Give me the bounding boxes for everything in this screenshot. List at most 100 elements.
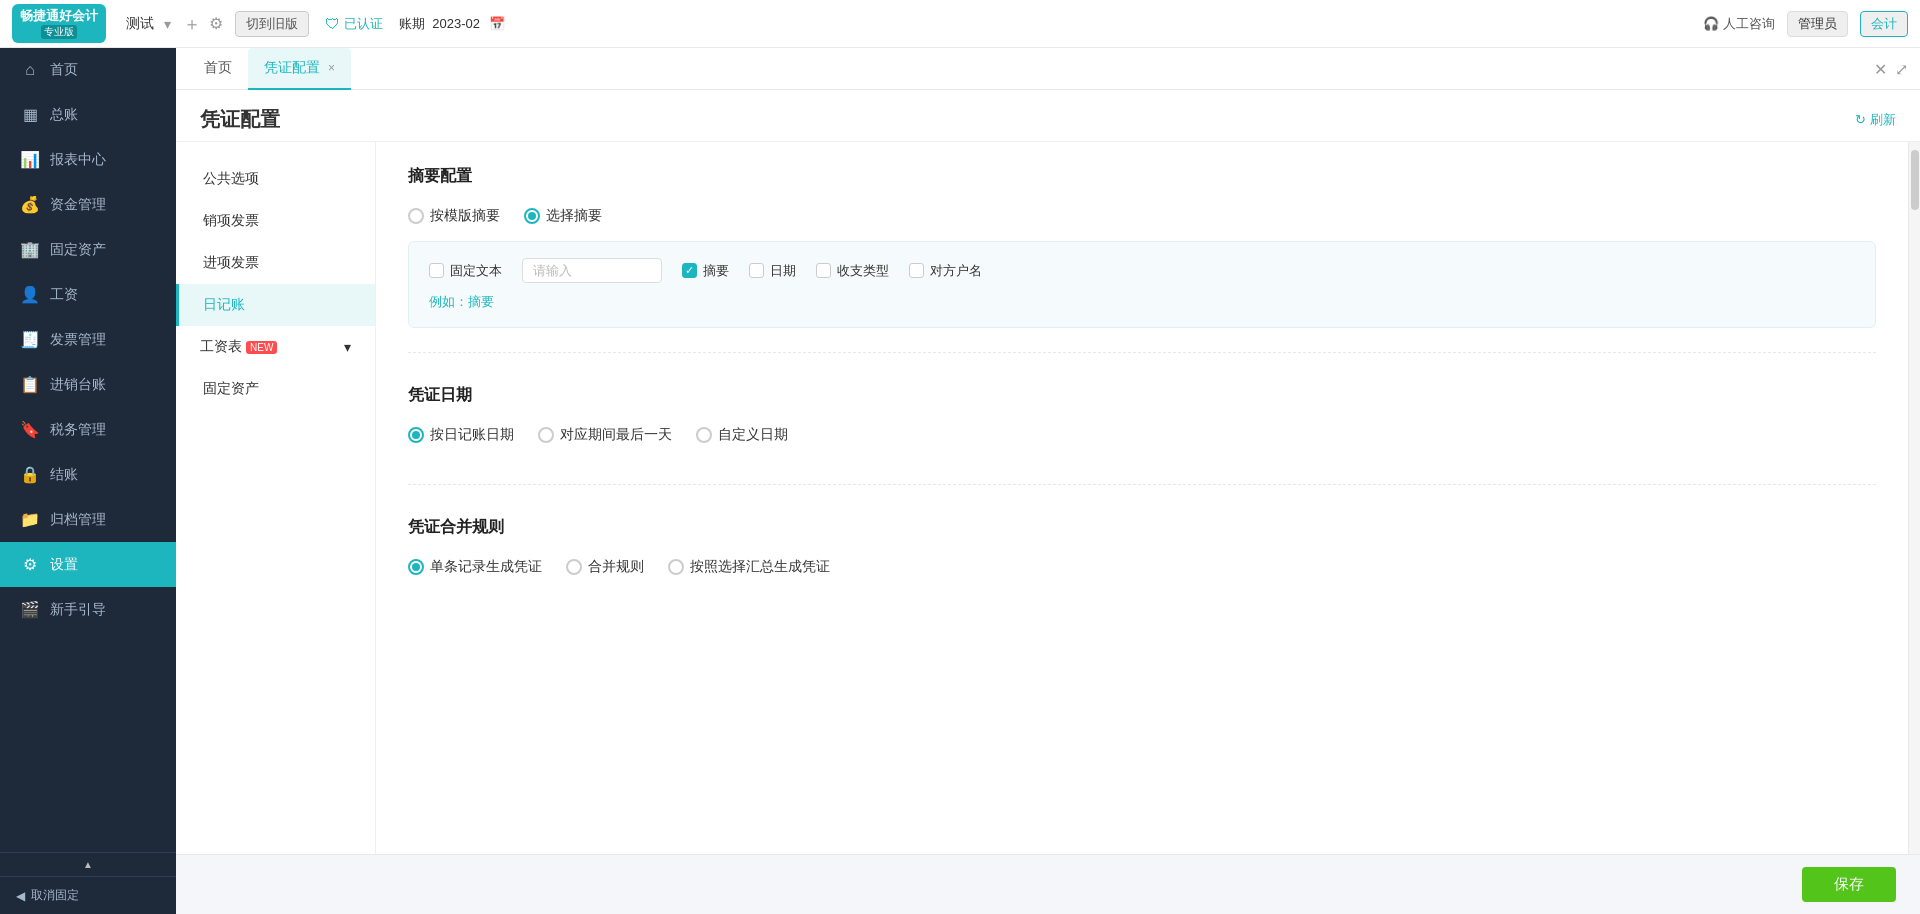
checkbox-counterparty[interactable]: 对方户名 bbox=[909, 262, 982, 280]
tab-home-label: 首页 bbox=[204, 59, 232, 77]
main-layout: ⌂ 首页 ▦ 总账 📊 报表中心 💰 资金管理 🏢 固定资产 👤 工资 bbox=[0, 48, 1920, 914]
switch-old-version-button[interactable]: 切到旧版 bbox=[235, 11, 309, 37]
cancel-fixed-button[interactable]: ◀ 取消固定 bbox=[0, 876, 176, 914]
left-menu-item-sales-invoice[interactable]: 销项发票 bbox=[176, 200, 375, 242]
period-label: 账期 bbox=[399, 16, 425, 31]
settings-icon: ⚙ bbox=[20, 555, 40, 574]
radio-journal-date-circle bbox=[408, 427, 424, 443]
sidebar-item-reports[interactable]: 📊 报表中心 bbox=[0, 137, 176, 182]
left-menu-item-purchase-invoice[interactable]: 进项发票 bbox=[176, 242, 375, 284]
sidebar-item-closing[interactable]: 🔒 结账 bbox=[0, 452, 176, 497]
sidebar-label-closing: 结账 bbox=[50, 466, 78, 484]
sidebar-scroll-up-icon[interactable]: ▲ bbox=[81, 857, 95, 872]
radio-merge-rule[interactable]: 合并规则 bbox=[566, 558, 644, 576]
tab-home[interactable]: 首页 bbox=[188, 48, 248, 90]
radio-period-last-day[interactable]: 对应期间最后一天 bbox=[538, 426, 672, 444]
company-chevron-icon[interactable]: ▾ bbox=[164, 16, 171, 32]
left-menu-item-payroll[interactable]: 工资表NEW ▾ bbox=[176, 326, 375, 368]
logo: 畅捷通好会计 专业版 bbox=[12, 4, 106, 44]
checkbox-fixed-text-box bbox=[429, 263, 444, 278]
add-tab-icon[interactable]: ＋ bbox=[183, 12, 201, 36]
invoice-icon: 🧾 bbox=[20, 330, 40, 349]
tab-close-icon[interactable]: × bbox=[328, 61, 335, 75]
close-tab-icon[interactable]: ✕ bbox=[1874, 59, 1887, 78]
logo-sub-text: 专业版 bbox=[41, 25, 77, 39]
sidebar-item-assets[interactable]: 🏢 固定资产 bbox=[0, 227, 176, 272]
tab-voucher-config[interactable]: 凭证配置 × bbox=[248, 48, 351, 90]
radio-single-record[interactable]: 单条记录生成凭证 bbox=[408, 558, 542, 576]
sidebar-label-ledger: 总账 bbox=[50, 106, 78, 124]
left-menu-item-journal[interactable]: 日记账 bbox=[176, 284, 375, 326]
sidebar-item-archive[interactable]: 📁 归档管理 bbox=[0, 497, 176, 542]
maximize-icon[interactable]: ⤢ bbox=[1895, 59, 1908, 78]
sidebar-item-guide[interactable]: 🎬 新手引导 bbox=[0, 587, 176, 632]
topbar: 畅捷通好会计 专业版 测试 ▾ ＋ ⚙ 切到旧版 🛡 已认证 账期 2023-0… bbox=[0, 0, 1920, 48]
fixed-text-input[interactable] bbox=[522, 258, 662, 283]
accountant-button[interactable]: 会计 bbox=[1860, 11, 1908, 37]
sidebar-label-sales: 进销台账 bbox=[50, 376, 106, 394]
shield-icon: 🛡 bbox=[325, 15, 340, 32]
guide-icon: 🎬 bbox=[20, 600, 40, 619]
sidebar-item-settings[interactable]: ⚙ 设置 bbox=[0, 542, 176, 587]
radio-summary-selected[interactable]: 按照选择汇总生成凭证 bbox=[668, 558, 830, 576]
funds-icon: 💰 bbox=[20, 195, 40, 214]
left-menu-item-public[interactable]: 公共选项 bbox=[176, 158, 375, 200]
scrollbar-thumb[interactable] bbox=[1911, 150, 1919, 210]
refresh-button[interactable]: ↻ 刷新 bbox=[1855, 111, 1896, 129]
calendar-icon[interactable]: 📅 bbox=[489, 16, 505, 31]
checkbox-date-box bbox=[749, 263, 764, 278]
gear-icon[interactable]: ⚙ bbox=[209, 14, 223, 33]
right-scroll-container: 摘要配置 按模版摘要 选择摘要 bbox=[376, 142, 1920, 854]
period-value: 2023-02 bbox=[432, 16, 480, 31]
checkbox-summary[interactable]: 摘要 bbox=[682, 262, 729, 280]
sidebar-label-guide: 新手引导 bbox=[50, 601, 106, 619]
page-title: 凭证配置 bbox=[200, 106, 280, 133]
right-scrollbar[interactable] bbox=[1908, 142, 1920, 854]
sidebar-item-invoices[interactable]: 🧾 发票管理 bbox=[0, 317, 176, 362]
radio-custom-date-label: 自定义日期 bbox=[718, 426, 788, 444]
sidebar-label-assets: 固定资产 bbox=[50, 241, 106, 259]
save-button[interactable]: 保存 bbox=[1802, 867, 1896, 902]
admin-button[interactable]: 管理员 bbox=[1787, 11, 1848, 37]
sidebar-item-home[interactable]: ⌂ 首页 bbox=[0, 48, 176, 92]
sidebar-item-tax[interactable]: 🔖 税务管理 bbox=[0, 407, 176, 452]
checkbox-pay-type[interactable]: 收支类型 bbox=[816, 262, 889, 280]
sidebar-item-sales[interactable]: 📋 进销台账 bbox=[0, 362, 176, 407]
checkbox-summary-box bbox=[682, 263, 697, 278]
radio-template-summary-circle bbox=[408, 208, 424, 224]
consulting-button[interactable]: 🎧 人工咨询 bbox=[1703, 15, 1775, 33]
checkbox-date[interactable]: 日期 bbox=[749, 262, 796, 280]
sidebar-nav: ⌂ 首页 ▦ 总账 📊 报表中心 💰 资金管理 🏢 固定资产 👤 工资 bbox=[0, 48, 176, 852]
salary-icon: 👤 bbox=[20, 285, 40, 304]
consulting-label: 人工咨询 bbox=[1723, 15, 1775, 33]
headset-icon: 🎧 bbox=[1703, 16, 1719, 31]
checkbox-fixed-text[interactable]: 固定文本 bbox=[429, 262, 502, 280]
company-name: 测试 bbox=[126, 15, 154, 33]
topbar-right: 🎧 人工咨询 管理员 会计 bbox=[1703, 11, 1908, 37]
checkbox-summary-label: 摘要 bbox=[703, 262, 729, 280]
verified-text: 已认证 bbox=[344, 15, 383, 33]
sidebar-item-ledger[interactable]: ▦ 总账 bbox=[0, 92, 176, 137]
left-menu: 公共选项 销项发票 进项发票 日记账 工资表NEW ▾ bbox=[176, 142, 376, 854]
section-merge-rule: 凭证合并规则 单条记录生成凭证 合并规则 bbox=[408, 517, 1876, 616]
tab-bar-actions: ✕ ⤢ bbox=[1874, 59, 1908, 78]
sidebar-label-settings: 设置 bbox=[50, 556, 78, 574]
radio-custom-date[interactable]: 自定义日期 bbox=[696, 426, 788, 444]
sidebar-item-funds[interactable]: 💰 资金管理 bbox=[0, 182, 176, 227]
radio-journal-date-label: 按日记账日期 bbox=[430, 426, 514, 444]
sidebar-item-salary[interactable]: 👤 工资 bbox=[0, 272, 176, 317]
radio-template-summary[interactable]: 按模版摘要 bbox=[408, 207, 500, 225]
radio-journal-date[interactable]: 按日记账日期 bbox=[408, 426, 514, 444]
archive-icon: 📁 bbox=[20, 510, 40, 529]
radio-select-summary-circle bbox=[524, 208, 540, 224]
closing-icon: 🔒 bbox=[20, 465, 40, 484]
verified-badge: 🛡 已认证 bbox=[325, 15, 383, 33]
radio-merge-rule-label: 合并规则 bbox=[588, 558, 644, 576]
radio-single-record-label: 单条记录生成凭证 bbox=[430, 558, 542, 576]
sidebar-label-reports: 报表中心 bbox=[50, 151, 106, 169]
radio-period-last-day-circle bbox=[538, 427, 554, 443]
radio-select-summary[interactable]: 选择摘要 bbox=[524, 207, 602, 225]
radio-period-last-day-label: 对应期间最后一天 bbox=[560, 426, 672, 444]
left-menu-item-fixed-assets[interactable]: 固定资产 bbox=[176, 368, 375, 410]
sidebar-label-tax: 税务管理 bbox=[50, 421, 106, 439]
